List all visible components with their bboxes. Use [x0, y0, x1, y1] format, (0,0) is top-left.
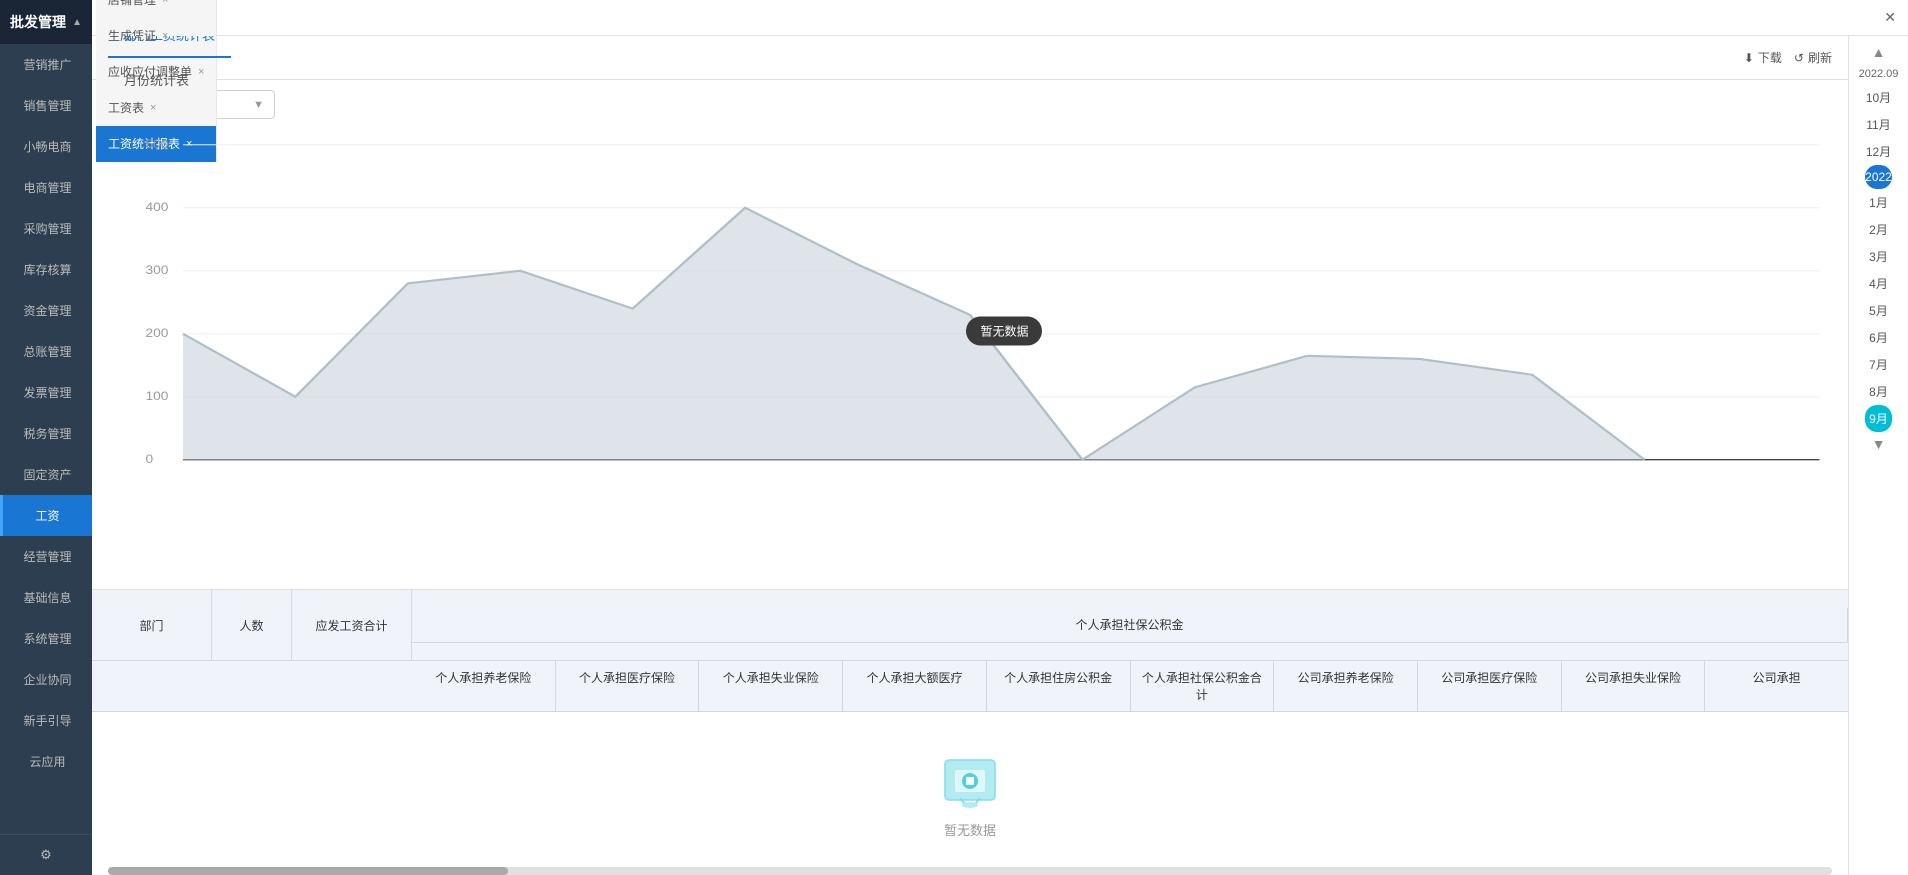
- settings-icon: ⚙: [40, 847, 52, 862]
- th-sub-col-7: 公司承担医疗保险: [1418, 661, 1562, 711]
- th-sub-col-6: 公司承担养老保险: [1274, 661, 1418, 711]
- sidebar-item-guide[interactable]: 新手引导: [0, 700, 92, 741]
- close-all-button[interactable]: ✕: [1872, 9, 1908, 26]
- sidebar-item-ecommerce-small[interactable]: 小畅电商: [0, 126, 92, 167]
- date-month-2022[interactable]: 2022: [1865, 165, 1892, 189]
- svg-text:400: 400: [145, 201, 168, 214]
- svg-text:0: 0: [145, 453, 153, 466]
- sidebar-item-invoice[interactable]: 发票管理: [0, 372, 92, 413]
- sub-tab-dept-stats[interactable]: 部门工资统计表: [108, 36, 231, 58]
- sidebar-item-assets[interactable]: 固定资产: [0, 454, 92, 495]
- date-month-12[interactable]: 12月: [1859, 138, 1898, 165]
- sidebar-items: 营销推广销售管理小畅电商电商管理采购管理库存核算资金管理总账管理发票管理税务管理…: [0, 44, 92, 782]
- horizontal-scrollbar[interactable]: [108, 867, 1832, 875]
- date-nav-up[interactable]: ▲: [1863, 40, 1895, 64]
- sidebar-item-finance[interactable]: 资金管理: [0, 290, 92, 331]
- svg-text:300: 300: [145, 264, 168, 277]
- sidebar-item-ledger[interactable]: 总账管理: [0, 331, 92, 372]
- date-month-10[interactable]: 10月: [1859, 84, 1898, 111]
- sidebar-item-enterprise[interactable]: 企业协同: [0, 659, 92, 700]
- tab-store-mgmt[interactable]: 店铺管理×: [96, 0, 217, 18]
- date-year-label: 2022.09: [1859, 64, 1899, 84]
- tab-bar: 首页门店商品目录×销货单×店铺管理×生成凭证×应收应付调整单×工资表×工资统计报…: [92, 0, 1908, 36]
- sidebar-item-purchase[interactable]: 采购管理: [0, 208, 92, 249]
- sub-tab-month-stats[interactable]: 月份统计表: [108, 58, 231, 102]
- table-empty-text: 暂无数据: [944, 820, 996, 839]
- scrollbar-thumb[interactable]: [108, 867, 508, 875]
- date-months-container: 10月11月12月20221月2月3月4月5月6月7月8月9月: [1859, 84, 1898, 432]
- chevron-down-icon: ▼: [253, 99, 264, 111]
- sidebar-item-salary[interactable]: 工资: [0, 495, 92, 536]
- date-panel: ▲ 2022.09 10月11月12月20221月2月3月4月5月6月7月8月9…: [1848, 36, 1908, 875]
- svg-text:500: 500: [145, 138, 168, 151]
- sidebar-item-basic[interactable]: 基础信息: [0, 577, 92, 618]
- download-button[interactable]: ⬇ 下载: [1744, 49, 1782, 66]
- sidebar-settings[interactable]: ⚙: [0, 834, 92, 875]
- sub-tab-bar: 部门工资统计表月份统计表 ⬇ 下载 ↺ 刷新: [92, 36, 1848, 80]
- th-group: 个人承担社保公积金: [412, 608, 1848, 643]
- empty-state-icon: [930, 740, 1010, 820]
- th-sub-col-3: 个人承担大额医疗: [843, 661, 987, 711]
- date-month-5[interactable]: 5月: [1859, 297, 1898, 324]
- sub-tabs-container: 部门工资统计表月份统计表: [108, 36, 231, 102]
- sidebar-item-system[interactable]: 系统管理: [0, 618, 92, 659]
- th-sub-col-1: 个人承担医疗保险: [556, 661, 700, 711]
- sidebar: 批发管理 ▲ 营销推广销售管理小畅电商电商管理采购管理库存核算资金管理总账管理发…: [0, 0, 92, 875]
- tab-close-store-mgmt[interactable]: ×: [162, 0, 168, 6]
- date-month-11[interactable]: 11月: [1859, 111, 1898, 138]
- th-sub-col-0: 个人承担养老保险: [412, 661, 556, 711]
- refresh-icon: ↺: [1794, 51, 1804, 65]
- sidebar-expand-icon: ▲: [72, 17, 82, 28]
- th-dept: 部门: [92, 590, 212, 660]
- date-month-1[interactable]: 1月: [1859, 189, 1898, 216]
- table-header: 部门 人数 应发工资合计 个人承担社保公积金 个人承担养老保险个人承担医疗保险个…: [92, 590, 1848, 712]
- date-month-6[interactable]: 6月: [1859, 324, 1898, 351]
- svg-text:100: 100: [145, 390, 168, 403]
- date-month-3[interactable]: 3月: [1859, 243, 1898, 270]
- sub-tab-actions: ⬇ 下载 ↺ 刷新: [1744, 49, 1832, 66]
- date-nav-down[interactable]: ▼: [1863, 432, 1895, 456]
- download-label: 下载: [1758, 49, 1782, 66]
- date-month-9[interactable]: 9月: [1865, 405, 1892, 432]
- th-salary: 应发工资合计: [292, 590, 412, 660]
- sidebar-item-ecommerce[interactable]: 电商管理: [0, 167, 92, 208]
- th-sub-col-9: 公司承担: [1705, 661, 1848, 711]
- date-month-7[interactable]: 7月: [1859, 351, 1898, 378]
- table-section: 部门 人数 应发工资合计 个人承担社保公积金 个人承担养老保险个人承担医疗保险个…: [92, 589, 1848, 875]
- page-content: 部门工资统计表月份统计表 ⬇ 下载 ↺ 刷新 部门： 全部 ▼: [92, 36, 1848, 875]
- chart-container: 500 400 300 200 100 0: [108, 129, 1832, 549]
- chart-no-data-tooltip: 暂无数据: [966, 316, 1042, 345]
- sub-cols-container: 个人承担养老保险个人承担医疗保险个人承担失业保险个人承担大额医疗个人承担住房公积…: [412, 661, 1848, 711]
- th-sub-col-5: 个人承担社保公积金合计: [1131, 661, 1275, 711]
- th-sub-col-8: 公司承担失业保险: [1562, 661, 1706, 711]
- refresh-button[interactable]: ↺ 刷新: [1794, 49, 1832, 66]
- date-month-8[interactable]: 8月: [1859, 378, 1898, 405]
- date-month-2[interactable]: 2月: [1859, 216, 1898, 243]
- table-body: 暂无数据: [92, 712, 1848, 867]
- sidebar-top[interactable]: 批发管理 ▲: [0, 0, 92, 44]
- sidebar-item-ops[interactable]: 经营管理: [0, 536, 92, 577]
- chart-area: 500 400 300 200 100 0: [92, 129, 1848, 589]
- th-count: 人数: [212, 590, 292, 660]
- sidebar-item-sales[interactable]: 销售管理: [0, 85, 92, 126]
- refresh-label: 刷新: [1808, 49, 1832, 66]
- sidebar-item-inventory[interactable]: 库存核算: [0, 249, 92, 290]
- sidebar-item-cloud[interactable]: 云应用: [0, 741, 92, 782]
- main-area: 首页门店商品目录×销货单×店铺管理×生成凭证×应收应付调整单×工资表×工资统计报…: [92, 0, 1908, 875]
- th-sub-col-4: 个人承担住房公积金: [987, 661, 1131, 711]
- tab-close-payroll[interactable]: ×: [150, 102, 156, 114]
- svg-text:200: 200: [145, 327, 168, 340]
- sidebar-top-label: 批发管理: [10, 12, 66, 32]
- filter-row: 部门： 全部 ▼: [92, 80, 1848, 129]
- download-icon: ⬇: [1744, 51, 1754, 65]
- sidebar-item-marketing[interactable]: 营销推广: [0, 44, 92, 85]
- sidebar-item-tax[interactable]: 税务管理: [0, 413, 92, 454]
- date-month-4[interactable]: 4月: [1859, 270, 1898, 297]
- content-area: 部门工资统计表月份统计表 ⬇ 下载 ↺ 刷新 部门： 全部 ▼: [92, 36, 1908, 875]
- th-sub-col-2: 个人承担失业保险: [699, 661, 843, 711]
